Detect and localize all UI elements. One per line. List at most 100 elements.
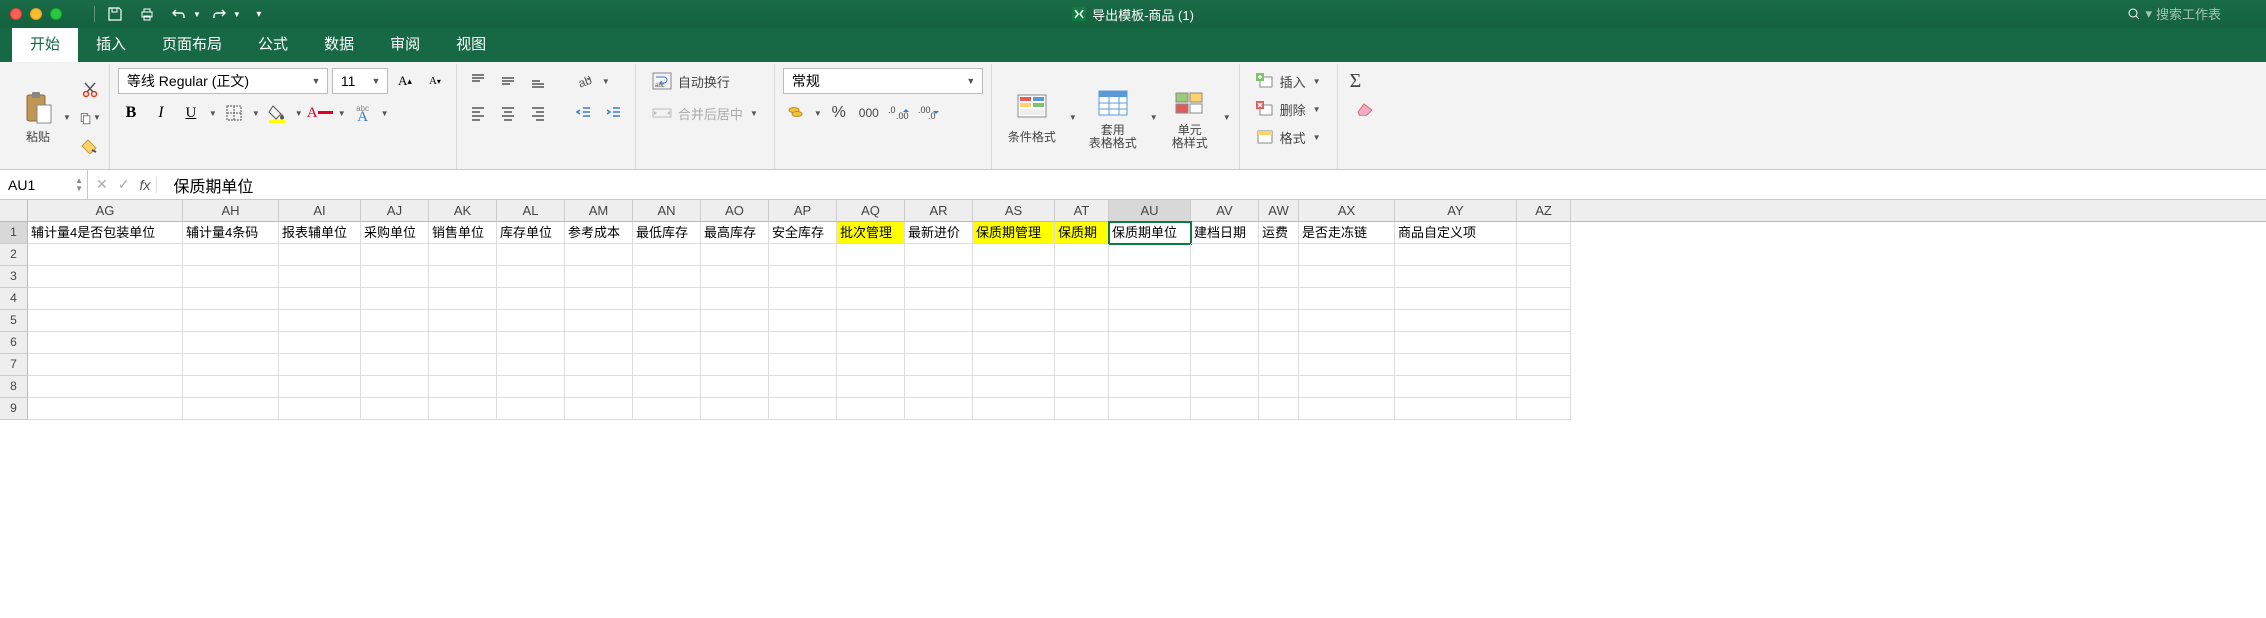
select-all-corner[interactable] (0, 200, 28, 221)
cell[interactable] (973, 376, 1055, 398)
cell[interactable] (1259, 354, 1299, 376)
cell[interactable] (769, 266, 837, 288)
cell[interactable] (837, 354, 905, 376)
row-header[interactable]: 2 (0, 244, 28, 266)
cell[interactable] (1259, 398, 1299, 420)
maximize-window-button[interactable] (50, 8, 62, 20)
cell[interactable] (429, 266, 497, 288)
number-format-combo[interactable]: 常规▼ (783, 68, 983, 94)
qat-customize[interactable]: ▾ (245, 3, 273, 25)
cell[interactable] (565, 244, 633, 266)
cell[interactable] (1299, 376, 1395, 398)
cell[interactable] (361, 398, 429, 420)
font-size-combo[interactable]: 11▼ (332, 68, 388, 94)
cell[interactable] (28, 354, 183, 376)
cell[interactable] (183, 354, 279, 376)
cell[interactable] (1191, 266, 1259, 288)
merge-center-button[interactable]: 合并后居中▼ (644, 100, 766, 126)
column-header[interactable]: AX (1299, 200, 1395, 221)
cell[interactable] (973, 244, 1055, 266)
cell[interactable] (1191, 354, 1259, 376)
cell[interactable] (28, 288, 183, 310)
cell[interactable]: 参考成本 (565, 222, 633, 244)
cell[interactable] (1517, 266, 1571, 288)
cell[interactable] (565, 288, 633, 310)
cell[interactable] (973, 354, 1055, 376)
tab-review[interactable]: 审阅 (372, 25, 438, 62)
cell[interactable] (1395, 354, 1517, 376)
cell[interactable] (361, 354, 429, 376)
cell[interactable] (1055, 266, 1109, 288)
cell[interactable] (973, 288, 1055, 310)
cell[interactable] (701, 310, 769, 332)
cell-styles-dropdown[interactable]: ▼ (1223, 113, 1231, 122)
cell[interactable] (28, 398, 183, 420)
tab-data[interactable]: 数据 (306, 25, 372, 62)
cell[interactable] (28, 376, 183, 398)
cell[interactable] (905, 266, 973, 288)
undo-dropdown[interactable]: ▼ (193, 10, 201, 19)
cell[interactable] (1299, 288, 1395, 310)
cell[interactable]: 运费 (1259, 222, 1299, 244)
minimize-window-button[interactable] (30, 8, 42, 20)
row-header[interactable]: 6 (0, 332, 28, 354)
percent-button[interactable]: % (826, 100, 852, 126)
underline-button[interactable]: U (178, 100, 204, 126)
cell[interactable] (1191, 398, 1259, 420)
comma-button[interactable]: 000 (856, 100, 882, 126)
cell[interactable] (279, 244, 361, 266)
tab-view[interactable]: 视图 (438, 25, 504, 62)
cell[interactable] (1055, 398, 1109, 420)
cell[interactable] (1395, 288, 1517, 310)
column-header[interactable]: AV (1191, 200, 1259, 221)
search-box[interactable]: ▾ (2127, 6, 2256, 22)
column-header[interactable]: AQ (837, 200, 905, 221)
cell[interactable] (429, 310, 497, 332)
cell[interactable] (279, 376, 361, 398)
cell[interactable] (1191, 376, 1259, 398)
cell[interactable] (1109, 376, 1191, 398)
cell[interactable] (429, 244, 497, 266)
phonetic-button[interactable]: abcA (350, 100, 376, 126)
column-header[interactable]: AR (905, 200, 973, 221)
cell[interactable] (905, 244, 973, 266)
align-middle-button[interactable] (495, 68, 521, 94)
cell[interactable] (1299, 332, 1395, 354)
cell[interactable]: 安全库存 (769, 222, 837, 244)
cell[interactable]: 最高库存 (701, 222, 769, 244)
row-header[interactable]: 5 (0, 310, 28, 332)
cell[interactable]: 保质期 (1055, 222, 1109, 244)
column-header[interactable]: AT (1055, 200, 1109, 221)
cell[interactable]: 最新进价 (905, 222, 973, 244)
cell[interactable] (497, 376, 565, 398)
column-header[interactable]: AN (633, 200, 701, 221)
cell[interactable] (905, 354, 973, 376)
close-window-button[interactable] (10, 8, 22, 20)
cell[interactable] (497, 354, 565, 376)
cell[interactable]: 批次管理 (837, 222, 905, 244)
column-header[interactable]: AP (769, 200, 837, 221)
cell[interactable] (769, 310, 837, 332)
cell[interactable] (1055, 244, 1109, 266)
cell[interactable] (1055, 332, 1109, 354)
cell[interactable] (1191, 310, 1259, 332)
column-header[interactable]: AH (183, 200, 279, 221)
cell[interactable] (497, 266, 565, 288)
column-header[interactable]: AO (701, 200, 769, 221)
cell[interactable] (1395, 266, 1517, 288)
cell[interactable] (1109, 288, 1191, 310)
increase-font-button[interactable]: A▴ (392, 68, 418, 94)
cell[interactable] (183, 376, 279, 398)
cell[interactable] (633, 398, 701, 420)
cell[interactable] (1517, 310, 1571, 332)
cell[interactable] (565, 376, 633, 398)
wrap-text-button[interactable]: abc 自动换行 (644, 68, 766, 94)
cell[interactable] (633, 244, 701, 266)
cell[interactable] (1055, 288, 1109, 310)
cell[interactable] (1109, 354, 1191, 376)
cell[interactable] (1109, 310, 1191, 332)
table-format-dropdown[interactable]: ▼ (1150, 113, 1158, 122)
cell[interactable]: 销售单位 (429, 222, 497, 244)
column-header[interactable]: AY (1395, 200, 1517, 221)
cell[interactable] (837, 288, 905, 310)
